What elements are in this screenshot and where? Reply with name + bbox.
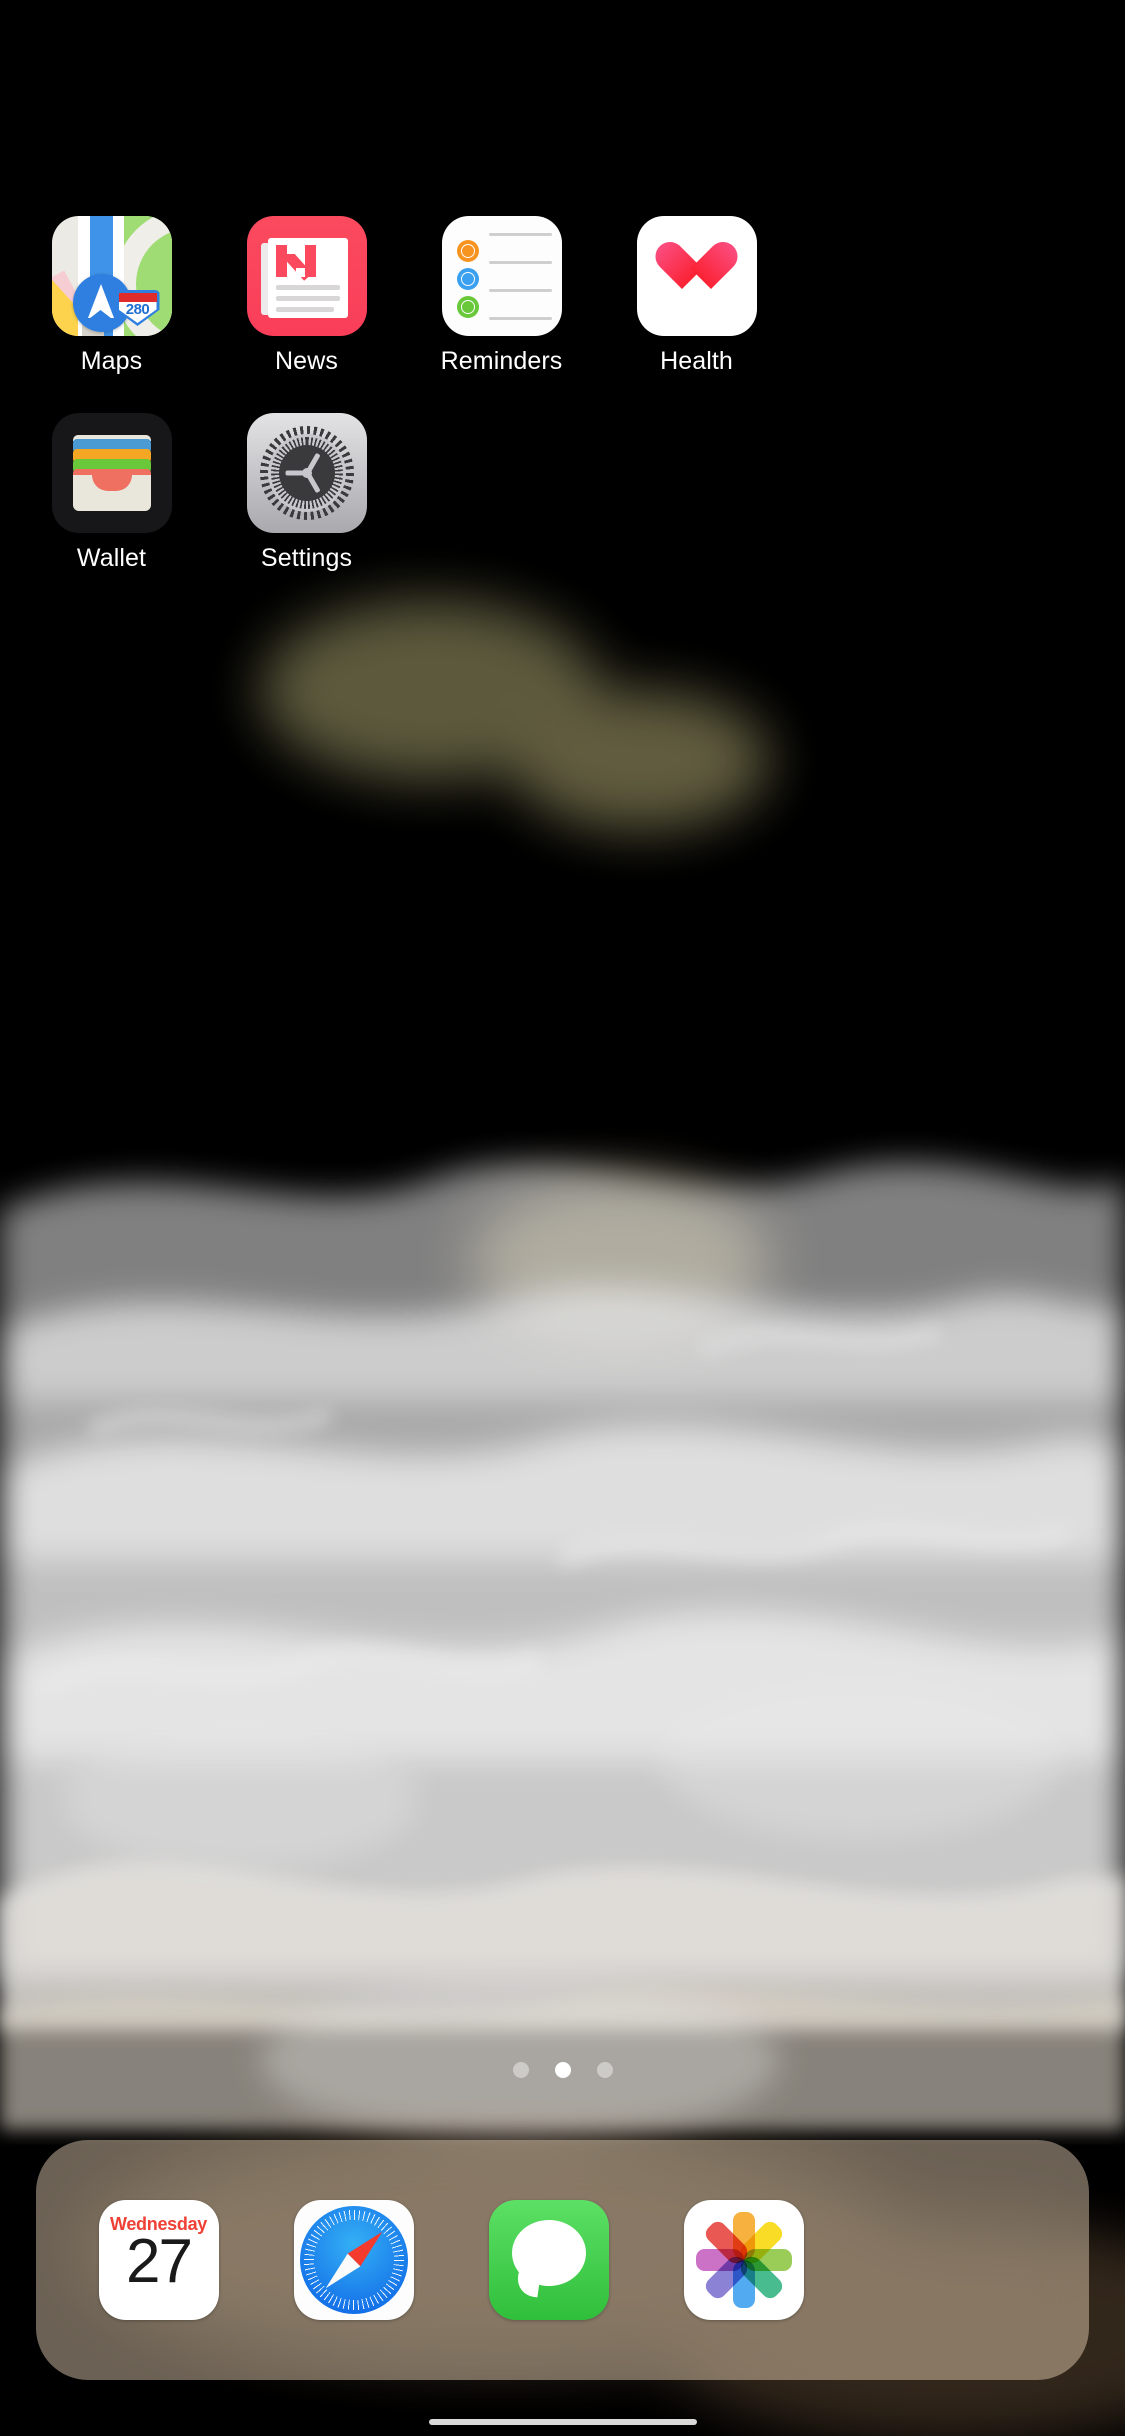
dock-app-messages[interactable]: [465, 2200, 632, 2320]
heart-icon: [668, 243, 726, 295]
photos-icon[interactable]: [683, 2200, 804, 2320]
dock: Wednesday 27: [36, 2140, 1089, 2380]
app-label: News: [275, 347, 338, 375]
dock-app-calendar[interactable]: Wednesday 27: [75, 2200, 242, 2320]
app-reminders[interactable]: Reminders: [418, 216, 585, 376]
safari-icon[interactable]: [293, 2200, 414, 2320]
app-label: Reminders: [440, 347, 563, 375]
page-dot-1[interactable]: [512, 2062, 529, 2078]
reminders-icon[interactable]: [441, 216, 562, 336]
app-label: Maps: [80, 347, 143, 375]
dock-app-safari[interactable]: [270, 2200, 437, 2320]
app-news[interactable]: News: [223, 216, 390, 376]
app-row-1: 280 Maps News Reminders Health: [0, 216, 1125, 376]
maps-highway-number: 280: [125, 301, 150, 318]
news-letter-n: [275, 245, 316, 281]
app-label: Wallet: [76, 544, 147, 572]
pinwheel-icon: [694, 2210, 794, 2310]
calendar-icon[interactable]: Wednesday 27: [98, 2200, 219, 2320]
app-label: Settings: [260, 544, 353, 572]
messages-icon[interactable]: [488, 2200, 609, 2320]
app-health[interactable]: Health: [613, 216, 780, 376]
maps-icon[interactable]: 280: [51, 216, 172, 336]
news-icon[interactable]: [246, 216, 367, 336]
calendar-day-number: 27: [126, 2227, 193, 2296]
app-label: Health: [660, 347, 733, 375]
app-maps[interactable]: 280 Maps: [28, 216, 195, 376]
page-dot-3[interactable]: [596, 2062, 613, 2078]
dock-app-photos[interactable]: [660, 2200, 827, 2320]
app-row-2: Wallet Settings: [0, 413, 1125, 573]
wallet-icon[interactable]: [51, 413, 172, 533]
page-dot-2-active[interactable]: [554, 2062, 571, 2078]
page-indicator[interactable]: [0, 2062, 1125, 2078]
maps-highway-shield: 280: [115, 290, 160, 326]
iphone-home-screen: 280 Maps News Reminders Health Wallet Se…: [0, 0, 1125, 2436]
health-icon[interactable]: [636, 216, 757, 336]
app-settings[interactable]: Settings: [223, 413, 390, 573]
app-wallet[interactable]: Wallet: [28, 413, 195, 573]
speech-bubble-icon: [511, 2220, 586, 2286]
home-indicator[interactable]: [428, 2419, 697, 2425]
dock-row: Wednesday 27: [36, 2140, 1089, 2380]
settings-icon[interactable]: [246, 413, 367, 533]
